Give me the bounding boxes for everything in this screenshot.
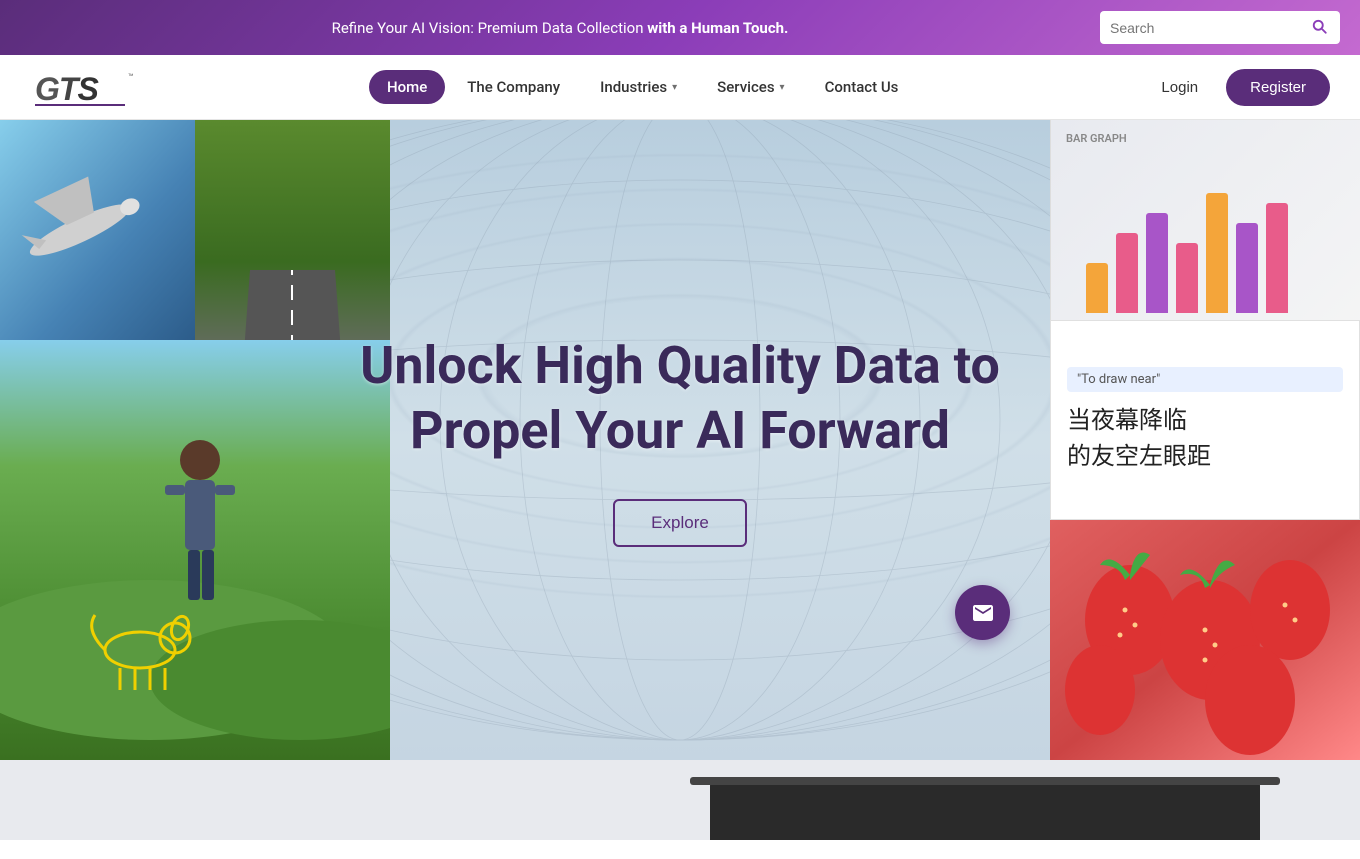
hero-title: Unlock High Quality Data to Propel Your … [320, 333, 1040, 463]
translation-chinese: 当夜幕降临的友空左眼距 [1067, 402, 1343, 474]
hero-title-line2: Propel Your AI Forward [410, 400, 950, 461]
nav-links: Home The Company Industries ▾ Services ▾… [369, 70, 916, 104]
hero-section: BAR GRAPH powered by ● Toucan "To draw n… [0, 120, 1360, 760]
bar-5 [1206, 193, 1228, 313]
search-button[interactable] [1308, 15, 1330, 40]
navbar: GTS ™ Home The Company Industries ▾ Serv… [0, 55, 1360, 120]
search-container [1100, 11, 1340, 44]
nav-contact[interactable]: Contact Us [807, 70, 917, 104]
explore-button[interactable]: Explore [613, 499, 747, 547]
bar-1 [1086, 263, 1108, 313]
hero-content: Unlock High Quality Data to Propel Your … [320, 333, 1040, 547]
svg-text:™: ™ [128, 73, 134, 83]
bar-4 [1176, 243, 1198, 313]
translation-english: "To draw near" [1067, 367, 1343, 392]
search-input[interactable] [1110, 20, 1308, 36]
login-button[interactable]: Login [1145, 71, 1214, 104]
bottom-section [0, 760, 1360, 840]
services-chevron-icon: ▾ [780, 82, 785, 93]
bar-6 [1236, 223, 1258, 313]
search-icon [1310, 17, 1328, 35]
register-button[interactable]: Register [1226, 69, 1330, 106]
nav-company[interactable]: The Company [449, 70, 578, 104]
top-bar: Refine Your AI Vision: Premium Data Coll… [0, 0, 1360, 55]
announcement-regular: Refine Your AI Vision: Premium Data Coll… [332, 19, 644, 37]
nav-services-label: Services [717, 78, 774, 96]
announcement-bold: with a Human Touch. [647, 19, 788, 37]
bar-2 [1116, 233, 1138, 313]
nav-services[interactable]: Services ▾ [699, 70, 802, 104]
hero-title-line1: Unlock High Quality Data to [360, 335, 1000, 396]
industries-chevron-icon: ▾ [672, 82, 677, 93]
nav-right: Login Register [1145, 69, 1330, 106]
bar-7 [1266, 203, 1288, 313]
airplane-image [0, 120, 195, 340]
announcement-text: Refine Your AI Vision: Premium Data Coll… [20, 19, 1100, 37]
airplane-svg [0, 120, 195, 340]
mail-icon [971, 601, 995, 625]
bar-chart-visual [1066, 153, 1345, 333]
bar-3 [1146, 213, 1168, 313]
svg-text:GTS: GTS [35, 71, 99, 107]
logo-svg: GTS ™ [30, 62, 140, 112]
logo: GTS ™ [30, 62, 140, 112]
chart-title: BAR GRAPH [1066, 132, 1345, 145]
strawberries-image [1050, 520, 1360, 760]
translation-image: "To draw near" 当夜幕降临的友空左眼距 [1050, 320, 1360, 520]
chat-fab-button[interactable] [955, 585, 1010, 640]
strawberries-svg [1050, 520, 1360, 760]
nav-home[interactable]: Home [369, 70, 445, 104]
nav-industries[interactable]: Industries ▾ [582, 70, 695, 104]
nav-industries-label: Industries [600, 78, 667, 96]
